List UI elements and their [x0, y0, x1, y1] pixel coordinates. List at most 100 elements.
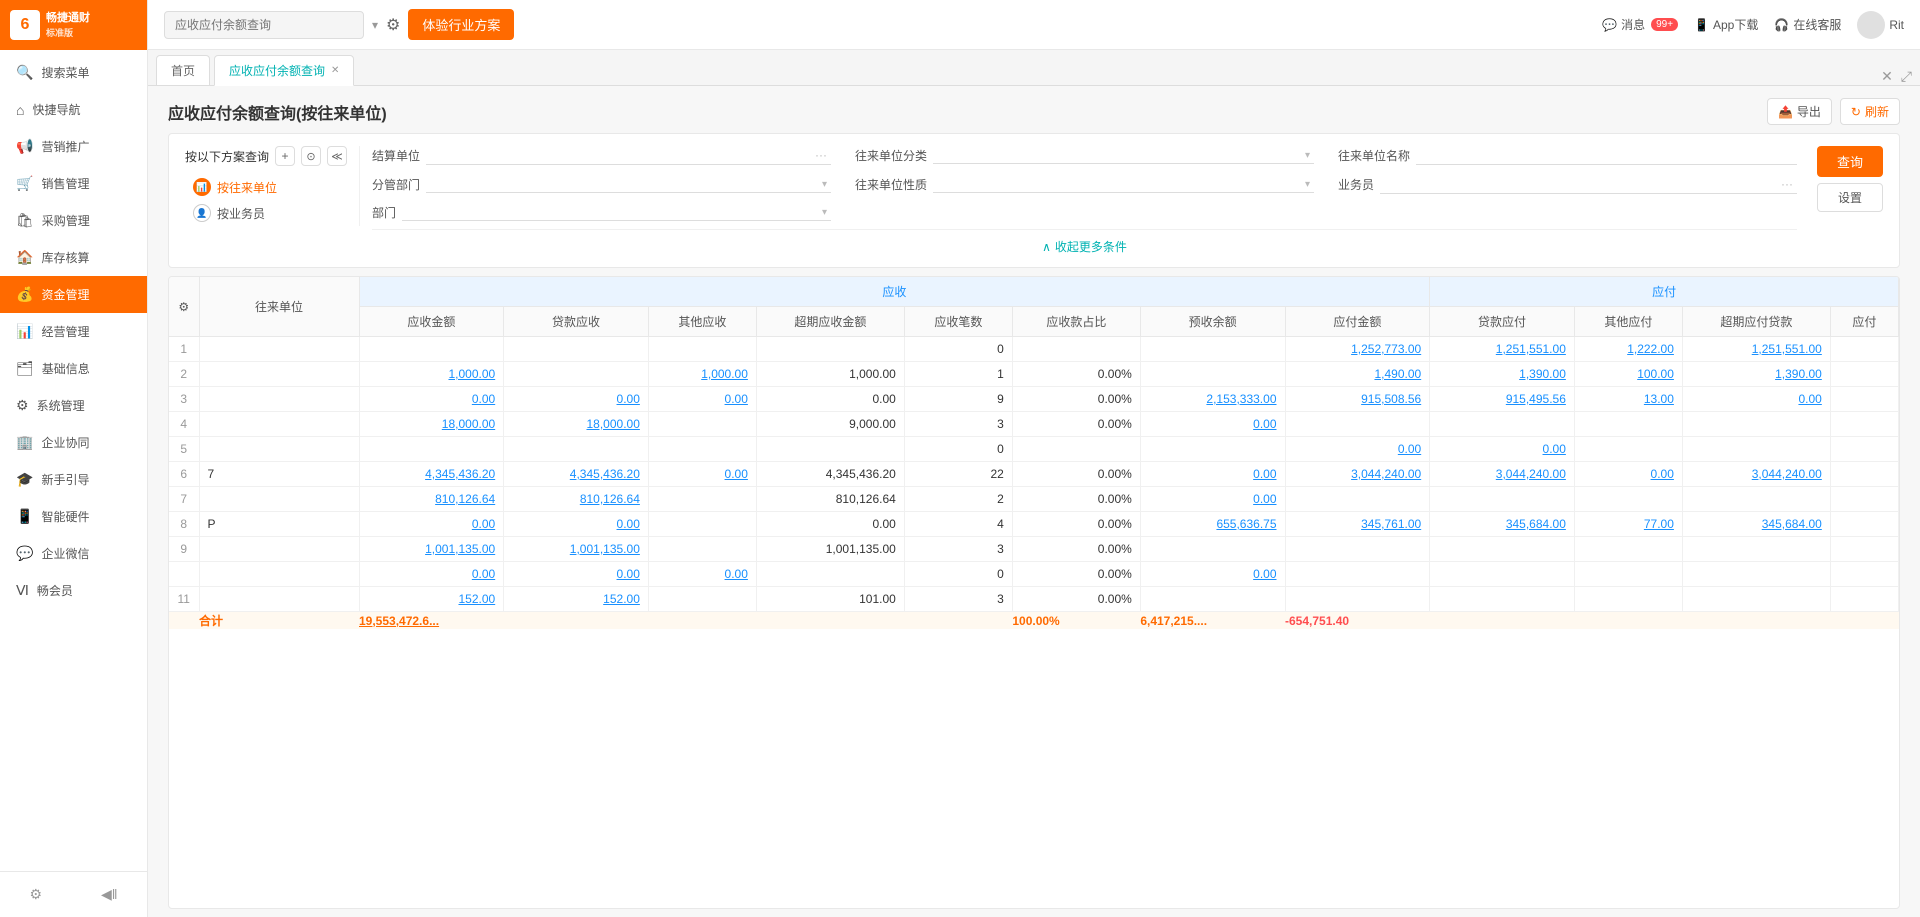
sidebar-item-member[interactable]: Ⅵ 畅会员 [0, 572, 147, 609]
filter-option-by-unit-icon: 📊 [193, 178, 211, 196]
footer-cqys [756, 612, 904, 630]
logo-name: 畅捷通财 [46, 11, 90, 25]
col-settings-icon[interactable]: ⚙ [169, 277, 199, 337]
tab-close-window-icon[interactable]: ✕ [1881, 68, 1893, 85]
sidebar-item-sales[interactable]: 🛒 销售管理 [0, 165, 147, 202]
col-yfjine[interactable]: 应付金额 [1285, 307, 1430, 337]
jiesuan-dots-icon[interactable]: ··· [815, 148, 827, 162]
col-dkyf[interactable]: 贷款应付 [1430, 307, 1575, 337]
message-label: 消息 [1621, 16, 1645, 33]
settings-icon[interactable]: ⚙ [386, 15, 400, 35]
sidebar-item-purchase[interactable]: 🛍 采购管理 [0, 202, 147, 239]
page-header: 应收应付余额查询(按往来单位) 📤 导出 ↻ 刷新 [148, 86, 1920, 133]
sidebar-item-corp[interactable]: 🏢 企业协同 [0, 424, 147, 461]
edit-filter-icon[interactable]: ⊙ [301, 146, 321, 166]
table-footer-row: 合计 19,553,472.6... 100.00% 6,417,215....… [169, 612, 1899, 630]
sidebar-item-search[interactable]: 🔍 搜索菜单 [0, 54, 147, 91]
sidebar-item-marketing[interactable]: 📢 营销推广 [0, 128, 147, 165]
tab-close-icon[interactable]: ✕ [331, 65, 339, 76]
page-title: 应收应付余额查询(按往来单位) [168, 100, 387, 124]
sidebar-label-hardware: 智能硬件 [41, 508, 89, 525]
wanglai-nature-arrow-icon: ▾ [1305, 179, 1310, 190]
dept-value[interactable]: ▾ [402, 205, 831, 221]
inventory-nav-icon: 🏠 [16, 249, 33, 266]
jiesuan-label: 结算单位 [372, 147, 420, 164]
fenguan-value[interactable]: ▾ [426, 177, 831, 193]
message-item[interactable]: 💬 消息 99+ [1602, 16, 1678, 33]
wanglai-name-input[interactable] [1420, 148, 1793, 162]
sidebar-label-operation: 经营管理 [41, 323, 89, 340]
yewuyuan-value[interactable]: ··· [1380, 175, 1797, 194]
user-avatar-item[interactable]: Rit [1857, 11, 1904, 39]
sidebar-item-quick[interactable]: ⌂ 快捷导航 [0, 91, 147, 128]
col-cqys[interactable]: 超期应收金额 [756, 307, 904, 337]
tab-home[interactable]: 首页 [156, 55, 210, 85]
filter-field-wanglai-name: 往来单位名称 [1338, 146, 1797, 165]
sidebar-item-hardware[interactable]: 📱 智能硬件 [0, 498, 147, 535]
col-yszhanbi[interactable]: 应收款占比 [1012, 307, 1140, 337]
col-qtyf[interactable]: 其他应付 [1574, 307, 1682, 337]
sidebar: 6 畅捷通财 标准版 🔍 搜索菜单 ⌂ 快捷导航 📢 营销推广 🛒 销售管 [0, 0, 148, 917]
dropdown-arrow-icon[interactable]: ▾ [372, 18, 378, 32]
wanglai-type-value[interactable]: ▾ [933, 148, 1314, 164]
filter-option-by-staff[interactable]: 👤 按业务员 [185, 200, 347, 226]
sidebar-label-base: 基础信息 [42, 360, 90, 377]
footer-settings-icon[interactable]: ⚙ [23, 880, 48, 909]
wanglai-name-value[interactable] [1416, 146, 1797, 165]
page-actions: 📤 导出 ↻ 刷新 [1767, 98, 1900, 125]
online-service-item[interactable]: 🎧 在线客服 [1774, 16, 1841, 33]
sidebar-label-search: 搜索菜单 [41, 64, 89, 81]
col-unit-header: 往来单位 [199, 277, 359, 337]
col-yfshu[interactable]: 应付 [1830, 307, 1898, 337]
col-ysjine[interactable]: 应收金额 [359, 307, 504, 337]
sidebar-item-operation[interactable]: 📊 经营管理 [0, 313, 147, 350]
tab-bar: 首页 应收应付余额查询 ✕ ✕ ⤢ [148, 50, 1920, 86]
col-group-yingshou: 应收 [359, 277, 1430, 307]
col-dkys[interactable]: 贷款应收 [504, 307, 649, 337]
filter-field-wanglai-nature: 往来单位性质 ▾ [855, 175, 1314, 194]
corp-nav-icon: 🏢 [16, 434, 33, 451]
col-yuyue[interactable]: 预收余额 [1140, 307, 1285, 337]
dept-arrow-icon: ▾ [822, 207, 827, 218]
tab-maximize-icon[interactable]: ⤢ [1901, 68, 1912, 85]
yewuyuan-label: 业务员 [1338, 176, 1374, 193]
table-row: 91,001,135.001,001,135.001,001,135.0030.… [169, 537, 1899, 562]
more-filter-icon[interactable]: ≪ [327, 146, 347, 166]
footer-dkys [504, 612, 649, 630]
app-download-item[interactable]: 📱 App下载 [1694, 16, 1758, 33]
footer-ysjine[interactable]: 19,553,472.6... [359, 612, 504, 630]
wanglai-name-label: 往来单位名称 [1338, 147, 1410, 164]
sidebar-label-guide: 新手引导 [41, 471, 89, 488]
tab-bar-right: ✕ ⤢ [1881, 68, 1912, 85]
footer-collapse-icon[interactable]: ◀‖ [95, 880, 124, 909]
online-service-icon: 🎧 [1774, 18, 1789, 32]
solution-button[interactable]: 体验行业方案 [408, 9, 514, 40]
breadcrumb-input[interactable] [164, 11, 364, 39]
filter-option-by-unit[interactable]: 📊 按往来单位 [185, 174, 347, 200]
settings-button[interactable]: 设置 [1817, 183, 1883, 212]
col-ysbishu[interactable]: 应收笔数 [904, 307, 1012, 337]
quick-nav-icon: ⌂ [16, 102, 24, 118]
wanglai-nature-value[interactable]: ▾ [933, 177, 1314, 193]
export-icon: 📤 [1778, 105, 1793, 119]
tab-balance-query[interactable]: 应收应付余额查询 ✕ [214, 55, 354, 86]
filter-field-dept: 部门 ▾ [372, 204, 831, 221]
export-button[interactable]: 📤 导出 [1767, 98, 1832, 125]
filter-field-wanglai-type: 往来单位分类 ▾ [855, 146, 1314, 165]
add-filter-icon[interactable]: + [275, 146, 295, 166]
col-cqyf[interactable]: 超期应付贷款 [1682, 307, 1830, 337]
sidebar-item-guide[interactable]: 🎓 新手引导 [0, 461, 147, 498]
sidebar-item-inventory[interactable]: 🏠 库存核算 [0, 239, 147, 276]
sidebar-item-wechat[interactable]: 💬 企业微信 [0, 535, 147, 572]
refresh-button[interactable]: ↻ 刷新 [1840, 98, 1900, 125]
collapse-button[interactable]: ∧ 收起更多条件 [1042, 238, 1127, 255]
sidebar-footer: ⚙ ◀‖ [0, 871, 147, 917]
col-qtys[interactable]: 其他应收 [648, 307, 756, 337]
yewuyuan-dots-icon[interactable]: ··· [1781, 177, 1793, 191]
query-button[interactable]: 查询 [1817, 146, 1883, 177]
sidebar-item-finance[interactable]: 💰 资金管理 [0, 276, 147, 313]
sidebar-item-base[interactable]: 🗂 基础信息 [0, 350, 147, 387]
jiesuan-value[interactable]: ··· [426, 146, 831, 165]
wanglai-type-arrow-icon: ▾ [1305, 150, 1310, 161]
sidebar-item-system[interactable]: ⚙ 系统管理 [0, 387, 147, 424]
